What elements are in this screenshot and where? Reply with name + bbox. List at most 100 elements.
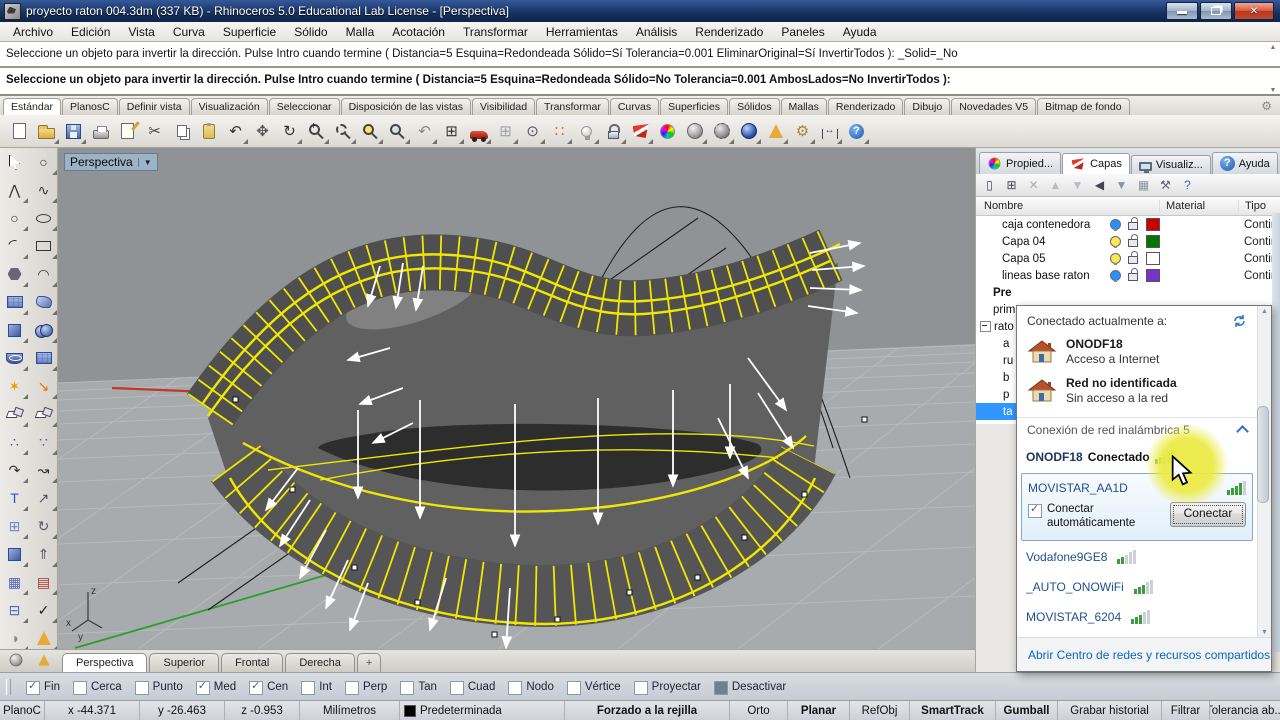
status-cell[interactable]: Orto: [730, 701, 788, 720]
osnap-checkbox[interactable]: [345, 680, 360, 695]
status-cell[interactable]: Milímetros: [300, 701, 400, 720]
osnap-checkbox[interactable]: [301, 680, 316, 695]
menu-item[interactable]: Herramientas: [537, 23, 627, 41]
layer-color-swatch[interactable]: [1146, 218, 1160, 231]
network-row[interactable]: MOVISTAR_6204: [1017, 602, 1257, 632]
osnap-checkbox[interactable]: [566, 680, 581, 695]
layer-row[interactable]: caja contenedora Contin: [976, 216, 1280, 233]
status-cell[interactable]: Forzado a la rejilla: [565, 701, 730, 720]
toolbar-tab[interactable]: PlanosC: [62, 98, 118, 115]
undo-view-change[interactable]: ↶: [411, 118, 438, 145]
connect-button[interactable]: Conectar: [1170, 502, 1246, 527]
layer-lock-icon[interactable]: [1128, 217, 1138, 230]
active-connection-item[interactable]: Red no identificada Sin acceso a la red: [1027, 376, 1247, 406]
panel-scrollbar[interactable]: [1272, 213, 1280, 652]
move-down[interactable]: ▼: [1067, 176, 1088, 195]
check-geometry[interactable]: ✓: [29, 596, 58, 624]
rectangle[interactable]: [29, 232, 58, 260]
display-mode-spheres[interactable]: [4, 650, 28, 670]
viewport-title[interactable]: Perspectiva ▼: [64, 153, 158, 171]
spheres[interactable]: [29, 316, 58, 344]
open-network-center-link[interactable]: Abrir Centro de redes y recursos compart…: [1028, 648, 1270, 662]
layer-row-partial[interactable]: b: [976, 369, 1017, 386]
network-row[interactable]: Vodafone9GE8: [1017, 542, 1257, 572]
osnap-checkbox[interactable]: [195, 679, 210, 695]
zoom-dynamic[interactable]: [303, 118, 330, 145]
layer-tools-hammer[interactable]: ⚒: [1155, 176, 1176, 195]
boolean-difference[interactable]: ◑: [0, 624, 29, 652]
viewport-menu-arrow-icon[interactable]: ▼: [137, 157, 152, 167]
toolbar-tab[interactable]: Transformar: [536, 98, 609, 115]
status-cell[interactable]: Predeterminada: [400, 701, 565, 720]
column-nombre[interactable]: Nombre: [976, 200, 1160, 212]
array-linear[interactable]: ▤: [29, 568, 58, 596]
menu-item[interactable]: Vista: [119, 23, 163, 41]
new-layer[interactable]: ▯: [979, 176, 1000, 195]
minimize-button[interactable]: ▬: [1166, 2, 1198, 20]
viewport-canvas[interactable]: z x y: [58, 148, 975, 649]
cplane-grid[interactable]: ⊞: [492, 118, 519, 145]
status-cell[interactable]: Filtrar: [1162, 701, 1210, 720]
osnap-toggle[interactable]: Proyectar: [633, 679, 701, 695]
extract-surface[interactable]: ↘: [29, 372, 58, 400]
status-cell[interactable]: Grabar historial: [1058, 701, 1162, 720]
new-file[interactable]: [6, 118, 33, 145]
explode[interactable]: ✶: [0, 372, 29, 400]
osnap-checkbox[interactable]: [134, 680, 149, 695]
render[interactable]: [627, 118, 654, 145]
status-cell[interactable]: x -44.371: [45, 701, 140, 720]
copy[interactable]: [168, 118, 195, 145]
osnap-toggle[interactable]: Med: [195, 679, 236, 695]
ellipse[interactable]: [29, 204, 58, 232]
layer-row[interactable]: Capa 04 Contin: [976, 233, 1280, 250]
layer-row-partial[interactable]: ta: [976, 403, 1017, 420]
viewport-tab[interactable]: Perspectiva: [62, 653, 148, 672]
toolbar-tab[interactable]: Visualización: [190, 98, 268, 115]
toolbar-tab[interactable]: Dibujo: [904, 98, 951, 115]
lamp[interactable]: [573, 118, 600, 145]
toolbar-tab[interactable]: Estándar: [3, 98, 62, 115]
wireless-section-header[interactable]: Conexión de red inalámbrica 5: [1017, 417, 1257, 442]
osnap-toggle[interactable]: Punto: [134, 679, 183, 695]
network-row[interactable]: _AUTO_ONOWiFi: [1017, 572, 1257, 602]
status-cell[interactable]: Gumball: [996, 701, 1058, 720]
viewport-tab[interactable]: Frontal: [221, 653, 284, 672]
ghosted-viewport[interactable]: [708, 118, 735, 145]
collapse-all[interactable]: ◀: [1089, 176, 1110, 195]
status-cell[interactable]: z -0.953: [225, 701, 300, 720]
layer-row-partial[interactable]: prim: [976, 301, 1017, 318]
fillet-surface[interactable]: [0, 400, 29, 428]
menu-item[interactable]: Análisis: [627, 23, 686, 41]
cone-display[interactable]: [32, 650, 56, 670]
menu-item[interactable]: Sólido: [285, 23, 336, 41]
panel-tab[interactable]: Visualiz...: [1130, 155, 1211, 174]
box[interactable]: [0, 316, 29, 344]
viewport-tab[interactable]: Superior: [149, 653, 220, 672]
loft[interactable]: [0, 344, 29, 372]
status-cell[interactable]: y -26.463: [140, 701, 225, 720]
close-button[interactable]: ✕: [1234, 2, 1274, 20]
osnap-checkbox[interactable]: [26, 679, 40, 695]
layer-lock-icon[interactable]: [1128, 251, 1138, 264]
status-cell[interactable]: Planar: [788, 701, 850, 720]
menu-item[interactable]: Ayuda: [834, 23, 886, 41]
layer-color-swatch[interactable]: [1146, 269, 1160, 282]
curved-surface[interactable]: [29, 288, 58, 316]
osnap-checkbox[interactable]: [713, 680, 728, 695]
save[interactable]: [60, 118, 87, 145]
menu-item[interactable]: Acotación: [383, 23, 454, 41]
point[interactable]: ○: [29, 148, 58, 176]
refresh-icon[interactable]: [1232, 314, 1247, 328]
toolbar-gear-icon[interactable]: ⚙: [1261, 99, 1272, 113]
command-history-line[interactable]: Seleccione un objeto para invertir la di…: [0, 42, 1280, 68]
toolbar-tab[interactable]: Seleccionar: [268, 98, 340, 115]
layer-visibility-bulb-icon[interactable]: [1110, 270, 1121, 281]
osnap-checkbox[interactable]: [72, 680, 87, 695]
osnap-toggle[interactable]: Cerca: [72, 679, 122, 695]
osnap-toggle[interactable]: Desactivar: [713, 679, 786, 695]
print[interactable]: [87, 118, 114, 145]
mesh[interactable]: [29, 344, 58, 372]
toolbar-tab[interactable]: Renderizado: [827, 98, 904, 115]
status-cell[interactable]: RefObj: [850, 701, 910, 720]
osnap-checkbox[interactable]: [633, 680, 648, 695]
